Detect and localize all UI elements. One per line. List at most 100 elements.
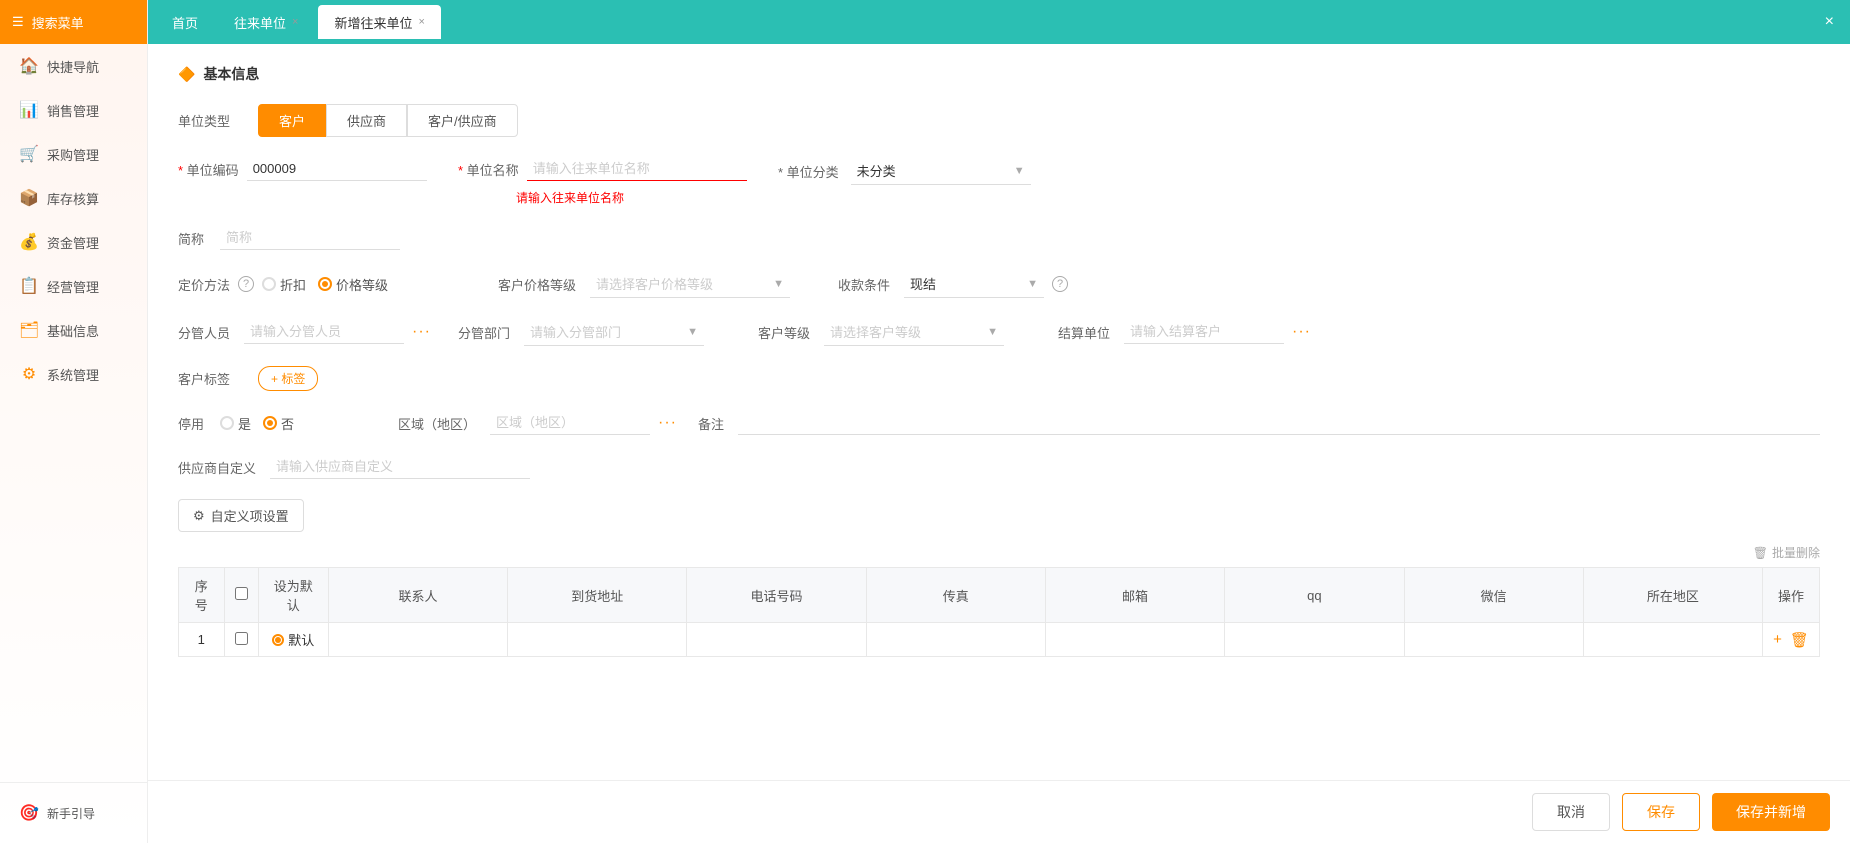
customer-level-label: 客户等级 — [758, 323, 810, 342]
pricing-discount-radio[interactable] — [262, 277, 276, 291]
sidebar-item-operations[interactable]: 📋 经营管理 — [0, 264, 147, 308]
region-more-btn[interactable]: ··· — [658, 414, 677, 432]
search-menu-btn[interactable]: ☰ 搜索菜单 — [0, 0, 147, 44]
supplier-custom-input[interactable] — [270, 455, 530, 479]
save-button[interactable]: 保存 — [1622, 793, 1700, 831]
table-header-row: 序号 设为默认 联系人 到货地址 电话号码 传真 邮箱 qq 微信 所在地区 操… — [179, 568, 1820, 623]
th-actions: 操作 — [1763, 568, 1820, 623]
search-menu-label: 搜索菜单 — [32, 13, 84, 32]
sidebar-item-finance[interactable]: 💰 资金管理 — [0, 220, 147, 264]
purchase-icon: 🛒 — [19, 144, 39, 164]
disabled-no-radio[interactable] — [263, 416, 277, 430]
row-location[interactable] — [1583, 623, 1762, 657]
disabled-yes-label: 是 — [238, 414, 251, 433]
row-qq[interactable] — [1225, 623, 1404, 657]
row-supplier-custom: 供应商自定义 — [178, 455, 1820, 479]
sidebar-item-guide[interactable]: 🎯 新手引导 — [0, 791, 147, 835]
guide-icon: 🎯 — [19, 803, 39, 823]
sidebar-item-sales[interactable]: 📊 销售管理 — [0, 88, 147, 132]
th-contact: 联系人 — [328, 568, 507, 623]
row-qq-input[interactable] — [1235, 632, 1393, 647]
row-disabled-region: 停用 是 否 区域（地区） ··· — [178, 411, 1820, 435]
save-add-button[interactable]: 保存并新增 — [1712, 793, 1830, 831]
row-fax-input[interactable] — [877, 632, 1035, 647]
notes-field: 备注 — [698, 411, 1820, 435]
row-location-input[interactable] — [1594, 632, 1752, 647]
type-btn-customer[interactable]: 客户 — [258, 104, 326, 137]
cancel-button[interactable]: 取消 — [1532, 793, 1610, 831]
pricing-help-icon[interactable]: ? — [238, 276, 254, 292]
sidebar-item-system[interactable]: ⚙ 系统管理 — [0, 352, 147, 396]
payment-field: 收款条件 现结 ▼ ? — [838, 270, 1098, 298]
settlement-more-btn[interactable]: ··· — [1292, 323, 1311, 341]
name-error-msg: 请输入往来单位名称 — [516, 191, 624, 205]
type-btn-supplier[interactable]: 供应商 — [326, 104, 407, 137]
name-input[interactable] — [527, 157, 747, 181]
tab-new-contact[interactable]: 新增往来单位 × — [318, 5, 440, 39]
row-default: 默认 — [258, 623, 328, 657]
sidebar-item-inventory[interactable]: 📦 库存核算 — [0, 176, 147, 220]
bottom-bar: 取消 保存 保存并新增 — [148, 780, 1850, 843]
row-add-btn[interactable]: + — [1773, 631, 1782, 648]
manager-more-btn[interactable]: ··· — [412, 323, 431, 341]
row-phone-input[interactable] — [697, 632, 855, 647]
row-address-input[interactable] — [518, 632, 676, 647]
sidebar-item-basic-info[interactable]: 🗂 基础信息 — [0, 308, 147, 352]
tab-new-contact-close[interactable]: × — [418, 16, 424, 28]
settlement-input[interactable] — [1124, 320, 1284, 344]
payment-select[interactable]: 现结 ▼ — [904, 270, 1044, 298]
pricing-level-radio[interactable] — [318, 277, 332, 291]
tab-home[interactable]: 首页 — [156, 5, 214, 39]
add-tag-btn[interactable]: + 标签 — [258, 366, 318, 391]
tabs-close-all-btn[interactable]: × — [1817, 9, 1842, 35]
row-email[interactable] — [1045, 623, 1224, 657]
region-label: 区域（地区） — [398, 414, 476, 433]
select-all-checkbox[interactable] — [235, 587, 248, 600]
code-input[interactable] — [247, 157, 427, 181]
payment-help-icon[interactable]: ? — [1052, 276, 1068, 292]
pricing-level[interactable]: 价格等级 — [318, 275, 388, 294]
department-placeholder: 请输入分管部门 — [530, 322, 687, 341]
row-address[interactable] — [508, 623, 687, 657]
row-wechat[interactable] — [1404, 623, 1583, 657]
notes-input[interactable] — [738, 411, 1820, 435]
row-wechat-input[interactable] — [1415, 632, 1573, 647]
row-delete-btn[interactable]: 🗑 — [1790, 631, 1809, 649]
region-input[interactable] — [490, 411, 650, 435]
row-checkbox[interactable] — [235, 632, 248, 645]
sidebar-item-quick-nav[interactable]: 🏠 快捷导航 — [0, 44, 147, 88]
settlement-field: 结算单位 ··· — [1058, 320, 1318, 344]
department-select[interactable]: 请输入分管部门 ▼ — [524, 318, 704, 346]
abbr-field: 简称 — [178, 226, 438, 250]
sidebar-label-quick-nav: 快捷导航 — [47, 57, 99, 76]
category-select[interactable]: 未分类 ▼ — [851, 157, 1031, 185]
type-btn-both[interactable]: 客户/供应商 — [407, 104, 518, 137]
disabled-yes[interactable]: 是 — [220, 414, 251, 433]
manager-input[interactable] — [244, 320, 404, 344]
row-email-input[interactable] — [1056, 632, 1214, 647]
row-contact[interactable] — [328, 623, 507, 657]
row-contact-input[interactable] — [339, 632, 497, 647]
customer-level-select[interactable]: 请选择客户等级 ▼ — [824, 318, 1004, 346]
row-phone[interactable] — [687, 623, 866, 657]
row-fax[interactable] — [866, 623, 1045, 657]
disabled-yes-radio[interactable] — [220, 416, 234, 430]
sidebar-label-system: 系统管理 — [47, 365, 99, 384]
pricing-level-label: 价格等级 — [336, 275, 388, 294]
disabled-no[interactable]: 否 — [263, 414, 294, 433]
sidebar-item-purchase[interactable]: 🛒 采购管理 — [0, 132, 147, 176]
custom-settings-btn[interactable]: ⚙ 自定义项设置 — [178, 499, 304, 532]
tab-contacts-close[interactable]: × — [292, 16, 298, 28]
pricing-discount[interactable]: 折扣 — [262, 275, 306, 294]
batch-delete-btn[interactable]: 🗑 批量删除 — [1753, 544, 1820, 561]
unit-type-row: 单位类型 客户 供应商 客户/供应商 — [178, 104, 1820, 137]
row-default-radio[interactable] — [272, 634, 284, 646]
notes-label: 备注 — [698, 414, 724, 433]
abbr-input[interactable] — [220, 226, 400, 250]
batch-delete-icon: 🗑 — [1753, 546, 1768, 560]
pricing-discount-label: 折扣 — [280, 275, 306, 294]
customer-price-field: 客户价格等级 请选择客户价格等级 ▼ — [498, 270, 818, 298]
customer-price-select[interactable]: 请选择客户价格等级 ▼ — [590, 270, 790, 298]
th-email: 邮箱 — [1045, 568, 1224, 623]
tab-contacts[interactable]: 往来单位 × — [218, 5, 314, 39]
